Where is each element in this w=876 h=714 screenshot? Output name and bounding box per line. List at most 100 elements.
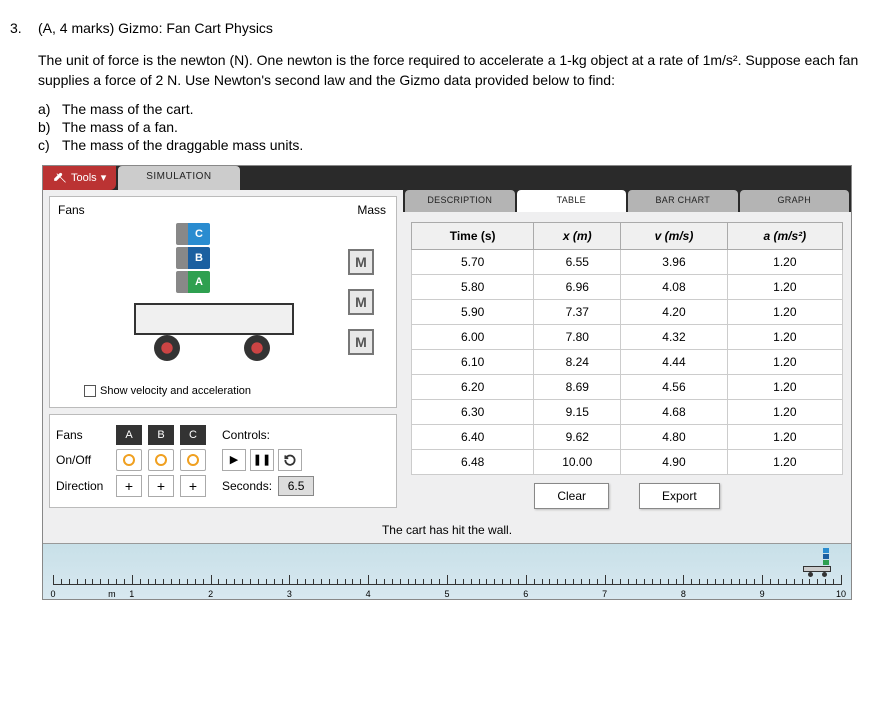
ruler-tick-label: 1 <box>129 589 134 599</box>
table-row: 6.409.624.801.20 <box>412 424 843 449</box>
onoff-row-label: On/Off <box>56 453 110 467</box>
question-number: 3. <box>10 20 38 36</box>
table-row: 6.108.244.441.20 <box>412 349 843 374</box>
status-message: The cart has hit the wall. <box>43 517 851 543</box>
tools-icon <box>53 171 67 185</box>
controls-block: Fans A B C Controls: On/Off ▶ ❚❚ <box>49 414 397 508</box>
table-cell: 4.80 <box>621 424 727 449</box>
track-area: 012345678910 m <box>43 543 851 599</box>
direction-a[interactable]: + <box>116 475 142 497</box>
sub-c-text: The mass of the draggable mass units. <box>62 137 303 153</box>
table-row: 6.208.694.561.20 <box>412 374 843 399</box>
table-cell: 8.24 <box>534 349 621 374</box>
data-table: Time (s) x (m) v (m/s) a (m/s²) 5.706.55… <box>411 222 843 475</box>
pause-button[interactable]: ❚❚ <box>250 449 274 471</box>
ruler-tick-label: 4 <box>366 589 371 599</box>
table-cell: 4.56 <box>621 374 727 399</box>
tab-graph[interactable]: GRAPH <box>740 190 850 212</box>
ruler-tick-label: 2 <box>208 589 213 599</box>
clear-button[interactable]: Clear <box>534 483 609 509</box>
tab-description[interactable]: DESCRIPTION <box>405 190 515 212</box>
sub-b-label: b) <box>38 119 62 135</box>
question-block: 3. (A, 4 marks) Gizmo: Fan Cart Physics … <box>10 20 866 153</box>
tab-barchart[interactable]: BAR CHART <box>628 190 738 212</box>
export-button[interactable]: Export <box>639 483 720 509</box>
table-cell: 7.37 <box>534 299 621 324</box>
direction-b[interactable]: + <box>148 475 174 497</box>
question-title: (A, 4 marks) Gizmo: Fan Cart Physics <box>38 20 866 36</box>
table-cell: 6.10 <box>412 349 534 374</box>
direction-row-label: Direction <box>56 479 110 493</box>
sub-a-label: a) <box>38 101 62 117</box>
chevron-down-icon: ▾ <box>101 171 107 184</box>
gizmo-widget: Tools ▾ SIMULATION Fans Mass C B A <box>42 165 852 600</box>
tab-simulation[interactable]: SIMULATION <box>118 166 239 190</box>
controls-label: Controls: <box>222 428 270 442</box>
sub-b-text: The mass of a fan. <box>62 119 178 135</box>
simulation-panel: Fans Mass C B A M M M <box>43 190 403 517</box>
fan-a[interactable]: A <box>176 271 210 293</box>
direction-c[interactable]: + <box>180 475 206 497</box>
question-paragraph: The unit of force is the newton (N). One… <box>38 50 866 91</box>
ruler-tick-label: 5 <box>444 589 449 599</box>
play-button[interactable]: ▶ <box>222 449 246 471</box>
table-cell: 1.20 <box>727 249 842 274</box>
col-v: v (m/s) <box>621 222 727 249</box>
fan-c[interactable]: C <box>176 223 210 245</box>
cart-wheel-left <box>154 335 180 361</box>
ruler-tick-label: 7 <box>602 589 607 599</box>
tab-table[interactable]: TABLE <box>517 190 627 212</box>
table-cell: 4.68 <box>621 399 727 424</box>
col-x: x (m) <box>534 222 621 249</box>
table-cell: 3.96 <box>621 249 727 274</box>
cart-body[interactable] <box>134 303 294 335</box>
seconds-value[interactable]: 6.5 <box>278 476 314 496</box>
tools-label: Tools <box>71 172 97 184</box>
right-tab-bar: DESCRIPTION TABLE BAR CHART GRAPH <box>403 190 851 212</box>
onoff-b[interactable] <box>148 449 174 471</box>
table-cell: 6.30 <box>412 399 534 424</box>
simulation-canvas: Fans Mass C B A M M M <box>49 196 397 408</box>
mass-unit[interactable]: M <box>348 329 374 355</box>
table-row: 5.806.964.081.20 <box>412 274 843 299</box>
ruler-tick-label: 6 <box>523 589 528 599</box>
mass-unit[interactable]: M <box>348 249 374 275</box>
table-row: 6.4810.004.901.20 <box>412 449 843 474</box>
table-cell: 6.48 <box>412 449 534 474</box>
fans-heading: Fans <box>58 203 85 217</box>
table-cell: 1.20 <box>727 424 842 449</box>
reset-button[interactable] <box>278 449 302 471</box>
table-row: 6.309.154.681.20 <box>412 399 843 424</box>
mass-unit[interactable]: M <box>348 289 374 315</box>
fan-col-a: A <box>116 425 142 445</box>
col-time: Time (s) <box>412 222 534 249</box>
table-row: 5.907.374.201.20 <box>412 299 843 324</box>
fan-col-c: C <box>180 425 206 445</box>
table-cell: 4.90 <box>621 449 727 474</box>
mini-cart-icon <box>803 548 837 574</box>
top-tab-bar: Tools ▾ SIMULATION <box>43 166 851 190</box>
mass-heading: Mass <box>357 203 386 217</box>
table-cell: 1.20 <box>727 299 842 324</box>
col-a: a (m/s²) <box>727 222 842 249</box>
show-velocity-label: Show velocity and acceleration <box>100 385 251 397</box>
table-cell: 9.15 <box>534 399 621 424</box>
onoff-c[interactable] <box>180 449 206 471</box>
ruler-unit: m <box>108 589 116 599</box>
show-velocity-checkbox[interactable] <box>84 385 96 397</box>
table-cell: 6.20 <box>412 374 534 399</box>
table-cell: 1.20 <box>727 399 842 424</box>
fan-b[interactable]: B <box>176 247 210 269</box>
tools-dropdown[interactable]: Tools ▾ <box>43 166 116 190</box>
fans-row-label: Fans <box>56 428 110 442</box>
table-cell: 6.55 <box>534 249 621 274</box>
table-cell: 1.20 <box>727 324 842 349</box>
ruler-tick-label: 10 <box>836 589 846 599</box>
table-cell: 5.80 <box>412 274 534 299</box>
onoff-a[interactable] <box>116 449 142 471</box>
table-cell: 1.20 <box>727 449 842 474</box>
data-panel: DESCRIPTION TABLE BAR CHART GRAPH Time (… <box>403 190 851 517</box>
table-cell: 4.20 <box>621 299 727 324</box>
table-cell: 6.96 <box>534 274 621 299</box>
mass-palette: M M M <box>348 249 374 355</box>
